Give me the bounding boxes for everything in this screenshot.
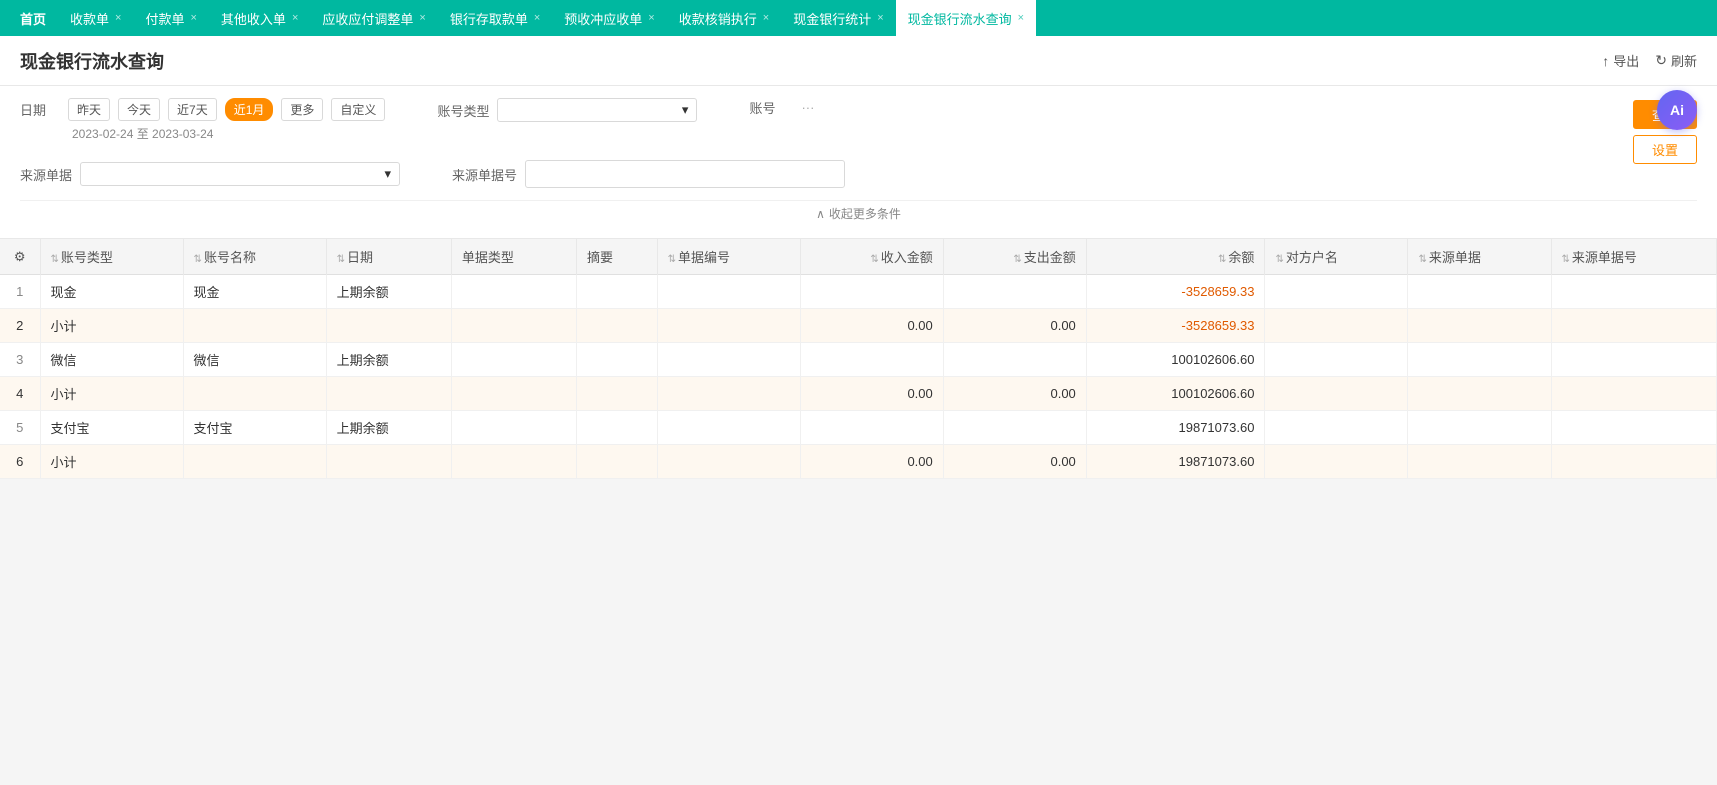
account-type-chevron: ▾ xyxy=(682,102,689,118)
date-range-display: 2023-02-24 至 2023-03-24 xyxy=(72,127,213,141)
account-dots[interactable]: ··· xyxy=(797,100,818,115)
table-row: 5支付宝支付宝上期余额19871073.60 xyxy=(0,411,1717,445)
data-table: ⚙ ⇅账号类型 ⇅账号名称 ⇅日期 单据类型 摘要 ⇅单据编号 ⇅收入金额 ⇅支… xyxy=(0,239,1717,479)
table-row: 3微信微信上期余额100102606.60 xyxy=(0,343,1717,377)
export-icon: ↑ xyxy=(1602,53,1609,69)
source-doc-no-label: 来源单据号 xyxy=(452,165,517,184)
refresh-label: 刷新 xyxy=(1671,51,1697,70)
date-btn-yesterday[interactable]: 昨天 xyxy=(68,98,110,121)
col-settings[interactable]: ⚙ xyxy=(0,239,40,275)
ai-label: Ai xyxy=(1670,102,1684,118)
nav-cash-bank-stats-label: 现金银行统计 xyxy=(793,9,871,28)
col-date[interactable]: ⇅日期 xyxy=(326,239,451,275)
nav-payment-close[interactable]: × xyxy=(190,12,196,24)
nav-item-cash-bank-stats[interactable]: 现金银行统计 × xyxy=(781,0,895,36)
nav-advance-collect-label: 预收冲应收单 xyxy=(564,9,642,28)
account-type-select[interactable]: ▾ xyxy=(497,98,697,122)
date-btn-today[interactable]: 今天 xyxy=(118,98,160,121)
col-doc-type[interactable]: 单据类型 xyxy=(451,239,576,275)
source-doc-label: 来源单据 xyxy=(20,165,72,184)
top-nav: 首页 收款单 × 付款单 × 其他收入单 × 应收应付调整单 × 银行存取款单 … xyxy=(0,0,1717,36)
col-doc-no[interactable]: ⇅单据编号 xyxy=(657,239,800,275)
nav-item-cash-bank-flow[interactable]: 现金银行流水查询 × xyxy=(896,0,1036,36)
nav-home-label: 首页 xyxy=(20,9,46,28)
col-account-type[interactable]: ⇅账号类型 xyxy=(40,239,183,275)
nav-payment-label: 付款单 xyxy=(145,9,184,28)
ai-assistant-button[interactable]: Ai xyxy=(1657,90,1697,130)
filter-area: 日期 昨天 今天 近7天 近1月 更多 自定义 2023-02-24 至 202… xyxy=(0,86,1717,239)
col-counterparty[interactable]: ⇅对方户名 xyxy=(1265,239,1408,275)
nav-item-receipt-write-off[interactable]: 收款核销执行 × xyxy=(667,0,781,36)
nav-other-income-label: 其他收入单 xyxy=(221,9,286,28)
nav-receipt-close[interactable]: × xyxy=(115,12,121,24)
refresh-button[interactable]: ↻ 刷新 xyxy=(1655,51,1697,70)
nav-item-payment[interactable]: 付款单 × xyxy=(133,0,208,36)
col-expense[interactable]: ⇅支出金额 xyxy=(943,239,1086,275)
nav-bank-deposit-close[interactable]: × xyxy=(534,12,540,24)
nav-ar-ap-close[interactable]: × xyxy=(419,12,425,24)
col-balance[interactable]: ⇅余额 xyxy=(1086,239,1265,275)
date-options: 昨天 今天 近7天 近1月 更多 自定义 xyxy=(68,98,385,121)
nav-receipt-label: 收款单 xyxy=(70,9,109,28)
source-doc-select[interactable]: ▾ xyxy=(80,162,400,186)
nav-bank-deposit-label: 银行存取款单 xyxy=(450,9,528,28)
nav-cash-bank-stats-close[interactable]: × xyxy=(877,12,883,24)
table-row: 6小计0.000.0019871073.60 xyxy=(0,445,1717,479)
table-area: ⚙ ⇅账号类型 ⇅账号名称 ⇅日期 单据类型 摘要 ⇅单据编号 ⇅收入金额 ⇅支… xyxy=(0,239,1717,479)
nav-cash-bank-flow-label: 现金银行流水查询 xyxy=(908,9,1012,28)
refresh-icon: ↻ xyxy=(1655,52,1667,69)
col-income[interactable]: ⇅收入金额 xyxy=(800,239,943,275)
nav-item-advance-collect[interactable]: 预收冲应收单 × xyxy=(552,0,666,36)
export-label: 导出 xyxy=(1613,51,1639,70)
source-doc-no-input[interactable] xyxy=(525,160,845,188)
collapse-label: 收起更多条件 xyxy=(829,205,901,222)
date-filter-label: 日期 xyxy=(20,100,60,119)
collapse-icon: ∧ xyxy=(816,207,825,221)
nav-item-bank-deposit[interactable]: 银行存取款单 × xyxy=(438,0,552,36)
date-btn-custom[interactable]: 自定义 xyxy=(331,98,385,121)
table-row: 4小计0.000.00100102606.60 xyxy=(0,377,1717,411)
table-header-row: ⚙ ⇅账号类型 ⇅账号名称 ⇅日期 单据类型 摘要 ⇅单据编号 ⇅收入金额 ⇅支… xyxy=(0,239,1717,275)
nav-other-income-close[interactable]: × xyxy=(292,12,298,24)
nav-item-ar-ap[interactable]: 应收应付调整单 × xyxy=(310,0,437,36)
nav-advance-collect-close[interactable]: × xyxy=(648,12,654,24)
settings-button[interactable]: 设置 xyxy=(1633,135,1697,164)
export-button[interactable]: ↑ 导出 xyxy=(1602,51,1639,70)
page-header: 现金银行流水查询 ↑ 导出 ↻ 刷新 xyxy=(0,36,1717,86)
table-row: 2小计0.000.00-3528659.33 xyxy=(0,309,1717,343)
date-btn-7days[interactable]: 近7天 xyxy=(168,98,217,121)
date-btn-1month[interactable]: 近1月 xyxy=(225,98,274,121)
page-title: 现金银行流水查询 xyxy=(20,48,164,74)
col-source-doc-no[interactable]: ⇅来源单据号 xyxy=(1551,239,1716,275)
date-btn-more[interactable]: 更多 xyxy=(281,98,323,121)
header-actions: ↑ 导出 ↻ 刷新 xyxy=(1602,51,1697,70)
nav-item-receipt[interactable]: 收款单 × xyxy=(58,0,133,36)
nav-ar-ap-label: 应收应付调整单 xyxy=(322,9,413,28)
account-type-filter-label: 账号类型 xyxy=(437,101,489,120)
col-source-doc[interactable]: ⇅来源单据 xyxy=(1408,239,1551,275)
nav-receipt-write-off-close[interactable]: × xyxy=(763,12,769,24)
collapse-conditions-bar[interactable]: ∧ 收起更多条件 xyxy=(20,200,1697,226)
nav-item-other-income[interactable]: 其他收入单 × xyxy=(209,0,310,36)
col-summary[interactable]: 摘要 xyxy=(577,239,658,275)
table-row: 1现金现金上期余额-3528659.33 xyxy=(0,275,1717,309)
source-doc-chevron: ▾ xyxy=(384,166,391,182)
col-account-name[interactable]: ⇅账号名称 xyxy=(183,239,326,275)
account-filter-label: 账号 xyxy=(749,98,789,117)
nav-item-home[interactable]: 首页 xyxy=(8,0,58,36)
nav-receipt-write-off-label: 收款核销执行 xyxy=(679,9,757,28)
nav-cash-bank-flow-close[interactable]: × xyxy=(1018,12,1024,24)
